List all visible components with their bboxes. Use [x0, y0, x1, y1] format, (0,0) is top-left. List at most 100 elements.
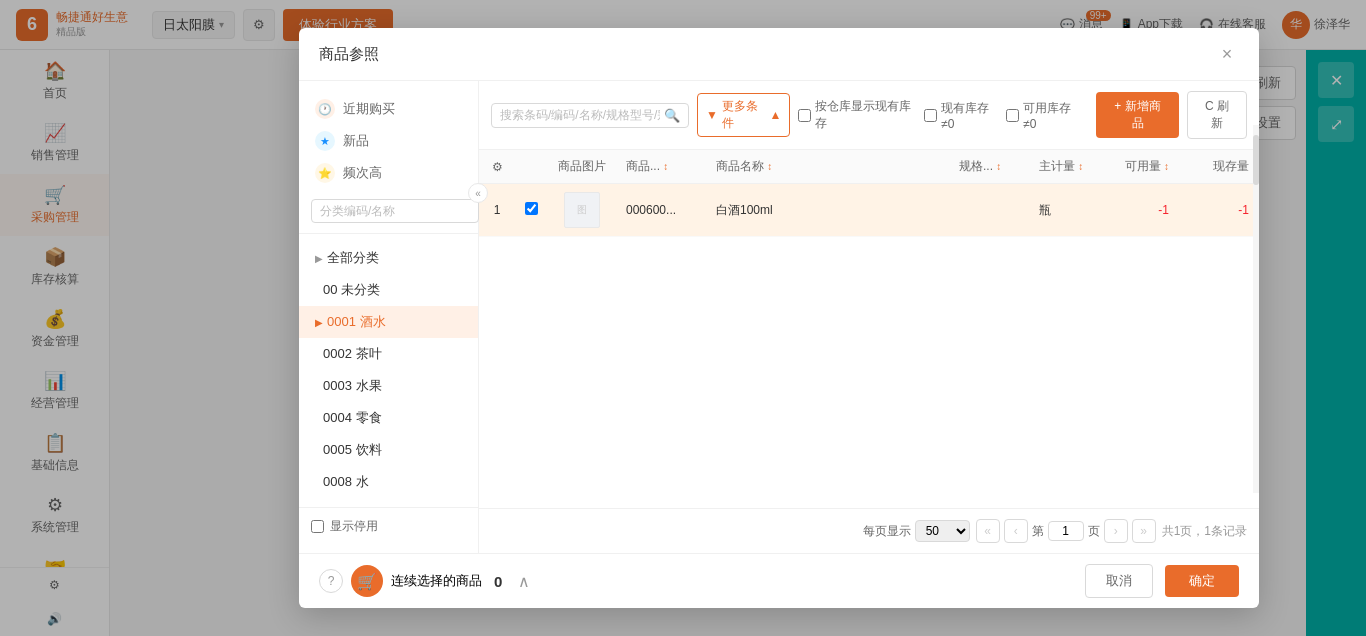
warehouse-checkbox[interactable]: [798, 109, 811, 122]
cart-count: 0: [494, 573, 502, 590]
modal-footer: ? 🛒 连续选择的商品 0 ∧ 取消 确定: [299, 553, 1259, 608]
product-table: ⚙ 商品图片 商品... ↕ 商品名称 ↕: [479, 150, 1259, 508]
page-size-select[interactable]: 10 20 50 100: [915, 520, 970, 542]
cart-icon: 🛒: [357, 572, 377, 591]
row-unit: 瓶: [1029, 184, 1099, 237]
last-page-button[interactable]: »: [1132, 519, 1156, 543]
avail-label: 现有库存≠0: [941, 100, 998, 131]
quick-filter-new[interactable]: ★ 新品: [307, 125, 470, 157]
cat-item-snack[interactable]: 0004 零食: [299, 402, 478, 434]
cat-item-label: 0003 水果: [323, 377, 382, 395]
cat-item-all[interactable]: ▶ 全部分类: [299, 242, 478, 274]
freq-icon: ⭐: [315, 163, 335, 183]
quick-filter-recent[interactable]: 🕐 近期购买: [307, 93, 470, 125]
confirm-button[interactable]: 确定: [1165, 565, 1239, 597]
row-code: 000600...: [616, 184, 706, 237]
col-checkbox: [515, 150, 548, 184]
recent-icon: 🕐: [315, 99, 335, 119]
quick-filters: 🕐 近期购买 ★ 新品 ⭐ 频次高: [299, 89, 478, 193]
table-row[interactable]: 1 图 000600... 白酒100ml: [479, 184, 1259, 237]
col-image-header: 商品图片: [548, 150, 616, 184]
col-settings[interactable]: ⚙: [479, 150, 515, 184]
cat-item-label: 0008 水: [323, 473, 369, 491]
cat-item-label: 0005 饮料: [323, 441, 382, 459]
cat-item-label: 0002 茶叶: [323, 345, 382, 363]
cat-item-label: 00 未分类: [323, 281, 380, 299]
cat-item-uncategorized[interactable]: 00 未分类: [299, 274, 478, 306]
table-toolbar: 🔍 ▼ 更多条件 ▲ 按仓库显示现有库存 现有库存≠0 可用: [479, 81, 1259, 150]
cat-item-tea[interactable]: 0002 茶叶: [299, 338, 478, 370]
col-stock-header: 现存量: [1179, 150, 1259, 184]
scrollbar-thumb[interactable]: [1253, 135, 1259, 185]
help-button[interactable]: ?: [319, 569, 343, 593]
modal-header: 商品参照 ×: [299, 28, 1259, 81]
warehouse-label: 按仓库显示现有库存: [815, 98, 916, 132]
product-search-input[interactable]: [500, 108, 660, 122]
prev-page-button[interactable]: ‹: [1004, 519, 1028, 543]
cat-item-drink[interactable]: 0005 饮料: [299, 434, 478, 466]
table-settings-icon[interactable]: ⚙: [492, 160, 503, 174]
cat-arrow-icon: ▶: [315, 253, 323, 264]
category-panel: 🕐 近期购买 ★ 新品 ⭐ 频次高 « 🔍: [299, 81, 479, 553]
cat-arrow-icon: ▶: [315, 317, 323, 328]
cat-divider: [299, 233, 478, 234]
category-list: ▶ 全部分类 00 未分类 ▶ 0001 酒水 0002 茶叶 0003 水果: [299, 238, 478, 507]
cart-button[interactable]: 🛒: [351, 565, 383, 597]
avail-checkbox[interactable]: [924, 109, 937, 122]
pagination: 每页显示 10 20 50 100 « ‹ 第 页 › »: [479, 508, 1259, 553]
page-size-selector: 每页显示 10 20 50 100: [863, 520, 970, 542]
usable-checkbox[interactable]: [1006, 109, 1019, 122]
new-icon: ★: [315, 131, 335, 151]
cart-area: ? 🛒 连续选择的商品 0 ∧: [319, 565, 1073, 597]
cat-item-label: 0001 酒水: [327, 313, 386, 331]
refresh-table-button[interactable]: C 刷新: [1187, 91, 1247, 139]
page-number-input[interactable]: [1048, 521, 1084, 541]
cat-bottom: 显示停用: [299, 507, 478, 545]
scrollbar-track: [1253, 125, 1259, 493]
quick-filter-freq[interactable]: ⭐ 频次高: [307, 157, 470, 189]
filter-btn-label: 更多条件: [722, 98, 766, 132]
new-product-button[interactable]: + 新增商品: [1096, 92, 1179, 138]
usable-filter[interactable]: 可用库存≠0: [1006, 100, 1080, 131]
quick-filter-label: 新品: [343, 132, 369, 150]
cat-item-label: 全部分类: [327, 249, 379, 267]
row-checkbox[interactable]: [525, 202, 538, 215]
category-search-input[interactable]: [311, 199, 479, 223]
col-unit-header[interactable]: 主计量 ↕: [1029, 150, 1099, 184]
row-spec: [949, 184, 1029, 237]
cart-label: 连续选择的商品: [391, 572, 482, 590]
sort-icon: ↕: [1164, 161, 1169, 172]
avail-filter[interactable]: 现有库存≠0: [924, 100, 998, 131]
category-search: 🔍: [299, 193, 478, 229]
row-avail: -1: [1099, 184, 1179, 237]
collapse-panel-button[interactable]: «: [468, 183, 488, 203]
col-code-header[interactable]: 商品... ↕: [616, 150, 706, 184]
sort-icon: ↕: [767, 161, 772, 172]
sort-icon: ↕: [996, 161, 1001, 172]
col-name-header[interactable]: 商品名称 ↕: [706, 150, 949, 184]
cat-item-appliances[interactable]: 0010 家电: [299, 498, 478, 507]
cat-item-label: 0004 零食: [323, 409, 382, 427]
first-page-button[interactable]: «: [976, 519, 1000, 543]
cancel-button[interactable]: 取消: [1085, 564, 1153, 598]
col-spec-header[interactable]: 规格... ↕: [949, 150, 1029, 184]
cat-item-fruit[interactable]: 0003 水果: [299, 370, 478, 402]
more-filter-button[interactable]: ▼ 更多条件 ▲: [697, 93, 790, 137]
cat-item-water[interactable]: 0008 水: [299, 466, 478, 498]
table-panel: 🔍 ▼ 更多条件 ▲ 按仓库显示现有库存 现有库存≠0 可用: [479, 81, 1259, 553]
modal-close-button[interactable]: ×: [1215, 42, 1239, 66]
col-avail-header[interactable]: 可用量 ↕: [1099, 150, 1179, 184]
cat-item-liquor[interactable]: ▶ 0001 酒水: [299, 306, 478, 338]
modal-title: 商品参照: [319, 45, 379, 64]
row-image: 图: [548, 184, 616, 237]
page-navigation: « ‹ 第 页 › »: [976, 519, 1156, 543]
collapse-cart-icon[interactable]: ∧: [518, 572, 530, 591]
quick-filter-label: 频次高: [343, 164, 382, 182]
row-name: 白酒100ml: [706, 184, 949, 237]
page-label: 页: [1088, 523, 1100, 540]
next-page-button[interactable]: ›: [1104, 519, 1128, 543]
warehouse-filter[interactable]: 按仓库显示现有库存: [798, 98, 916, 132]
row-checkbox-cell[interactable]: [515, 184, 548, 237]
show-disabled-checkbox[interactable]: [311, 520, 324, 533]
search-icon[interactable]: 🔍: [664, 108, 680, 123]
